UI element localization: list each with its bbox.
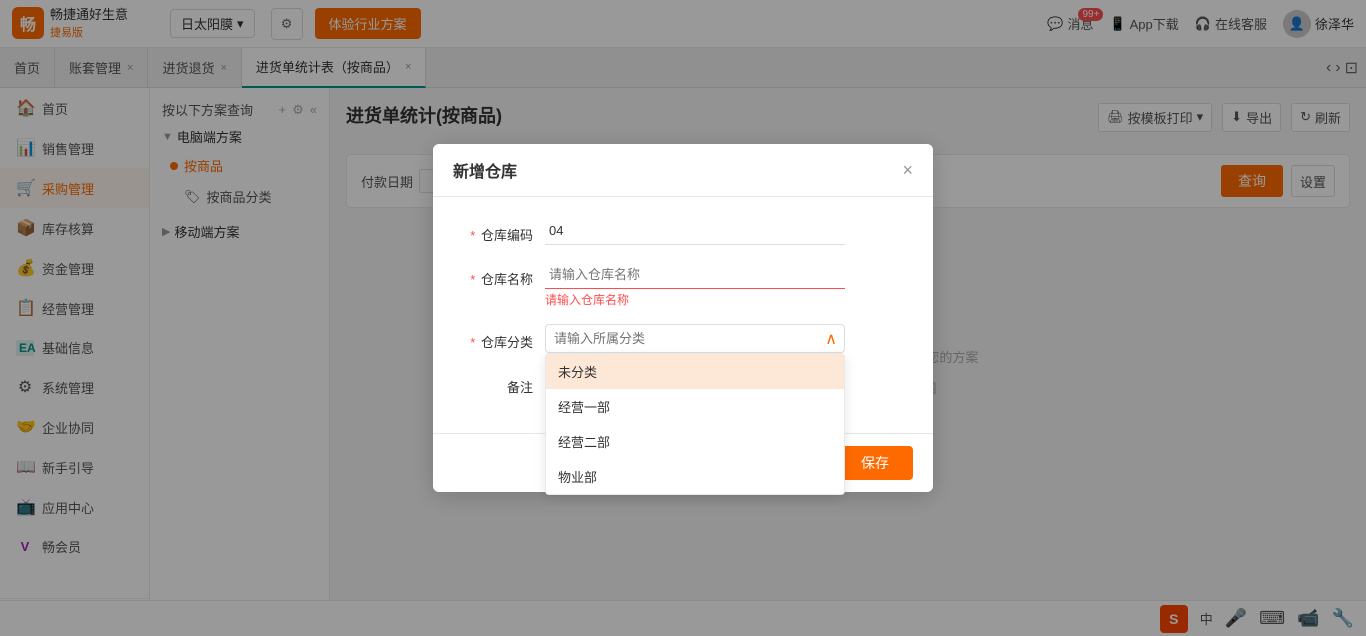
name-label: * 仓库名称: [463, 261, 533, 308]
dropdown-item-uncategorized[interactable]: 未分类: [546, 354, 844, 389]
dropdown-item-dept1[interactable]: 经营一部: [546, 389, 844, 424]
note-label: 备注: [463, 369, 533, 396]
dropdown-item-property[interactable]: 物业部: [546, 459, 844, 494]
name-error-msg: 请输入仓库名称: [545, 291, 845, 308]
category-label: * 仓库分类: [463, 324, 533, 351]
category-input[interactable]: [545, 324, 845, 353]
code-input[interactable]: [545, 217, 845, 245]
category-dropdown: 未分类 经营一部 经营二部 物业部: [545, 353, 845, 495]
code-label: * 仓库编码: [463, 217, 533, 244]
code-form-row: * 仓库编码: [463, 217, 903, 245]
dropdown-item-dept2[interactable]: 经营二部: [546, 424, 844, 459]
name-form-row: * 仓库名称 请输入仓库名称: [463, 261, 903, 308]
code-required-star: *: [470, 228, 475, 243]
category-select-wrapper: ∧ 未分类 经营一部 经营二部 物业部: [545, 324, 845, 353]
dialog-title: 新增仓库: [453, 158, 517, 182]
dialog-header: 新增仓库 ×: [433, 144, 933, 197]
dialog-close-button[interactable]: ×: [902, 160, 913, 181]
save-button[interactable]: 保存: [837, 446, 913, 480]
add-warehouse-dialog: 新增仓库 × * 仓库编码 * 仓库名称 请输入仓库名称: [433, 144, 933, 492]
name-input[interactable]: [545, 261, 845, 289]
name-required-star: *: [470, 272, 475, 287]
category-form-row: * 仓库分类 ∧ 未分类 经营一部 经营二部 物业部: [463, 324, 903, 353]
cat-required-star: *: [470, 335, 475, 350]
dialog-body: * 仓库编码 * 仓库名称 请输入仓库名称 * 仓库分类: [433, 197, 933, 433]
